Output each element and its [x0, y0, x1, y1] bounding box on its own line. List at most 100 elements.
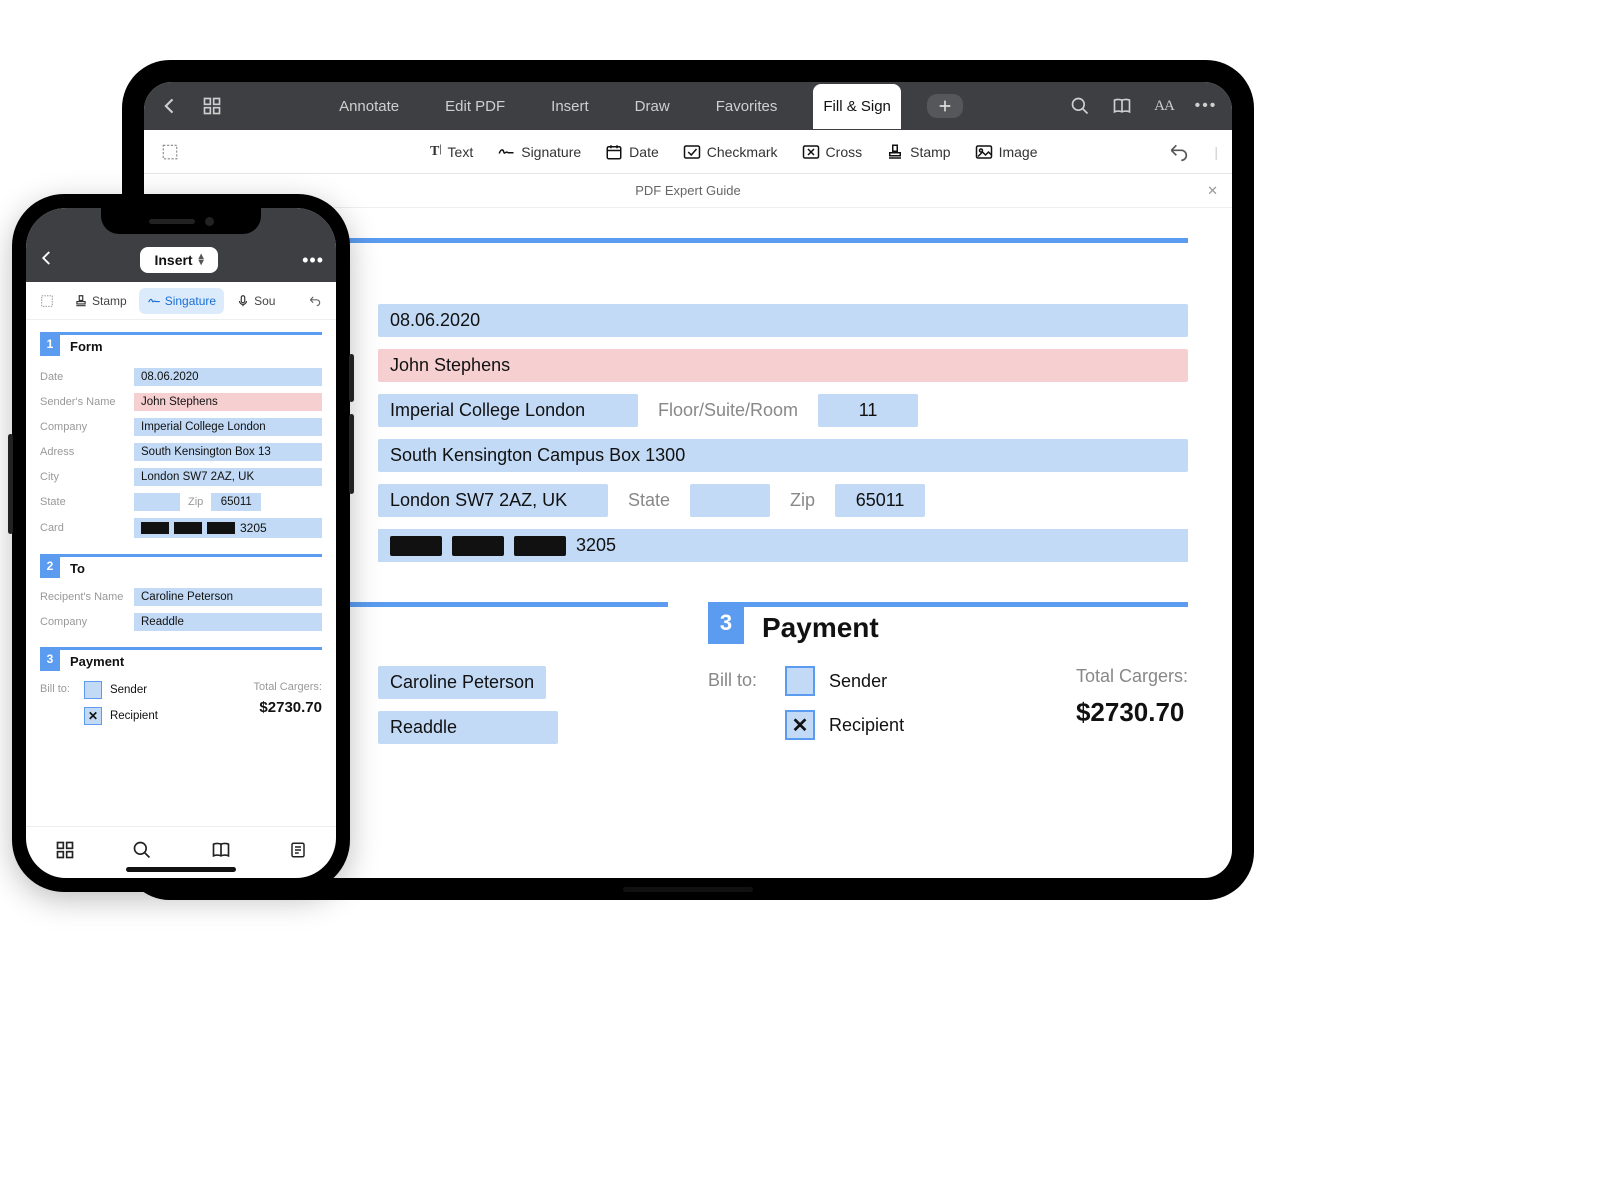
thumbnails-icon[interactable] [200, 94, 224, 118]
tool-text[interactable]: T| Text [430, 144, 473, 160]
select-rect-icon[interactable] [32, 288, 62, 314]
section-payment-num: 3 [40, 647, 60, 671]
reader-icon[interactable] [210, 840, 232, 865]
field-state[interactable] [134, 493, 180, 511]
total-value: $2730.70 [254, 699, 322, 716]
thumbnails-icon[interactable] [55, 840, 75, 865]
close-icon[interactable]: ✕ [1207, 183, 1218, 199]
section-to-header: 2 To [40, 554, 322, 578]
back-icon[interactable] [158, 94, 182, 118]
chevron-updown-icon: ▴▾ [199, 254, 204, 266]
field-sender[interactable]: John Stephens [134, 393, 322, 411]
more-icon[interactable]: ••• [302, 250, 324, 271]
outline-icon[interactable] [289, 840, 307, 865]
reader-icon[interactable] [1110, 94, 1134, 118]
bill-recipient-label: Recipient [829, 715, 904, 736]
search-icon[interactable] [132, 840, 152, 865]
field-state[interactable] [690, 484, 770, 517]
tab-fill-sign[interactable]: Fill & Sign [813, 84, 901, 129]
tool-date-label: Date [629, 144, 659, 160]
card-last4: 3205 [240, 521, 267, 535]
tool-signature[interactable]: Signature [497, 143, 581, 161]
add-tab-button[interactable] [927, 94, 963, 118]
card-mask-block [141, 522, 169, 534]
label-company: Company [40, 421, 126, 433]
label-bill-to: Bill to: [40, 681, 70, 725]
field-card[interactable]: 3205 [378, 529, 1188, 562]
field-date[interactable]: 08.06.2020 [134, 368, 322, 386]
label-card: Card [40, 522, 126, 534]
card-last4: 3205 [576, 535, 616, 556]
search-icon[interactable] [1068, 94, 1092, 118]
tablet-top-bar: Annotate Edit PDF Insert Draw Favorites … [144, 82, 1232, 130]
label-date: Date [40, 371, 126, 383]
tool-stamp[interactable]: Stamp [886, 143, 950, 161]
tool-signature-label: Signature [521, 144, 581, 160]
field-to-company[interactable]: Readdle [134, 613, 322, 631]
field-date[interactable]: 08.06.2020 [378, 304, 1188, 337]
back-icon[interactable] [38, 249, 56, 272]
phone-device-frame: Insert ▴▾ ••• Stamp Singature Sou [12, 194, 350, 892]
label-city: City [40, 471, 126, 483]
checkbox-recipient[interactable]: ✕ [785, 710, 815, 740]
checkbox-recipient[interactable]: ✕ [84, 707, 102, 725]
field-recipient[interactable]: Caroline Peterson [378, 666, 546, 699]
document-title: PDF Expert Guide [635, 183, 741, 198]
tool-text-label: Text [448, 144, 474, 160]
field-address[interactable]: South Kensington Box 13 [134, 443, 322, 461]
select-rect-icon[interactable] [158, 140, 182, 164]
bill-sender-label: Sender [829, 671, 887, 692]
card-mask-block [207, 522, 235, 534]
field-zip[interactable]: 65011 [211, 493, 261, 511]
label-to-company: Company [40, 616, 126, 628]
total-value: $2730.70 [1076, 697, 1188, 728]
phone-notch [101, 208, 261, 234]
undo-icon[interactable] [1166, 140, 1190, 164]
tab-draw[interactable]: Draw [625, 84, 680, 129]
section-form-num: 1 [40, 332, 60, 356]
label-bill-to: Bill to: [708, 666, 757, 740]
tool-image[interactable]: Image [975, 143, 1038, 161]
tool-stamp[interactable]: Stamp [66, 288, 135, 314]
phone-toolbar: Stamp Singature Sou [26, 282, 336, 320]
tool-sound-label: Sou [254, 294, 275, 308]
field-recipient[interactable]: Caroline Peterson [134, 588, 322, 606]
label-state: State [628, 490, 670, 511]
tool-date[interactable]: Date [605, 143, 659, 161]
field-sender[interactable]: John Stephens [378, 349, 1188, 382]
bill-recipient-label: Recipient [110, 710, 158, 722]
tool-sound[interactable]: Sou [228, 288, 283, 314]
tool-signature[interactable]: Singature [139, 288, 224, 314]
tab-annotate[interactable]: Annotate [329, 84, 409, 129]
section-form-header: 1 Form [40, 332, 322, 356]
field-zip[interactable]: 65011 [835, 484, 925, 517]
section-payment-header: 3 Payment [708, 602, 1188, 644]
tab-insert[interactable]: Insert [541, 84, 599, 129]
checkbox-sender[interactable] [84, 681, 102, 699]
phone-side-button [8, 434, 13, 534]
undo-icon[interactable] [300, 288, 330, 314]
mode-selector[interactable]: Insert ▴▾ [140, 247, 217, 273]
field-city[interactable]: London SW7 2AZ, UK [134, 468, 322, 486]
field-address[interactable]: South Kensington Campus Box 1300 [378, 439, 1188, 472]
mode-label: Insert [154, 252, 192, 268]
tool-cross[interactable]: Cross [802, 143, 863, 161]
phone-document-body: 1 Form Date 08.06.2020 Sender's Name Joh… [26, 320, 336, 826]
tab-favorites[interactable]: Favorites [706, 84, 788, 129]
more-icon[interactable]: ••• [1194, 94, 1218, 118]
card-mask-block [174, 522, 202, 534]
text-size-icon[interactable]: AA [1152, 94, 1176, 118]
card-mask-block [452, 536, 504, 556]
tab-edit-pdf[interactable]: Edit PDF [435, 84, 515, 129]
tool-signature-label: Singature [165, 294, 216, 308]
field-company[interactable]: Imperial College London [134, 418, 322, 436]
field-company[interactable]: Imperial College London [378, 394, 638, 427]
tool-checkmark[interactable]: Checkmark [683, 143, 778, 161]
tool-image-label: Image [999, 144, 1038, 160]
checkbox-sender[interactable] [785, 666, 815, 696]
field-to-company[interactable]: Readdle [378, 711, 558, 744]
field-card[interactable]: 3205 [134, 518, 322, 538]
field-floor[interactable]: 11 [818, 394, 918, 427]
phone-side-button [349, 354, 354, 402]
field-city[interactable]: London SW7 2AZ, UK [378, 484, 608, 517]
